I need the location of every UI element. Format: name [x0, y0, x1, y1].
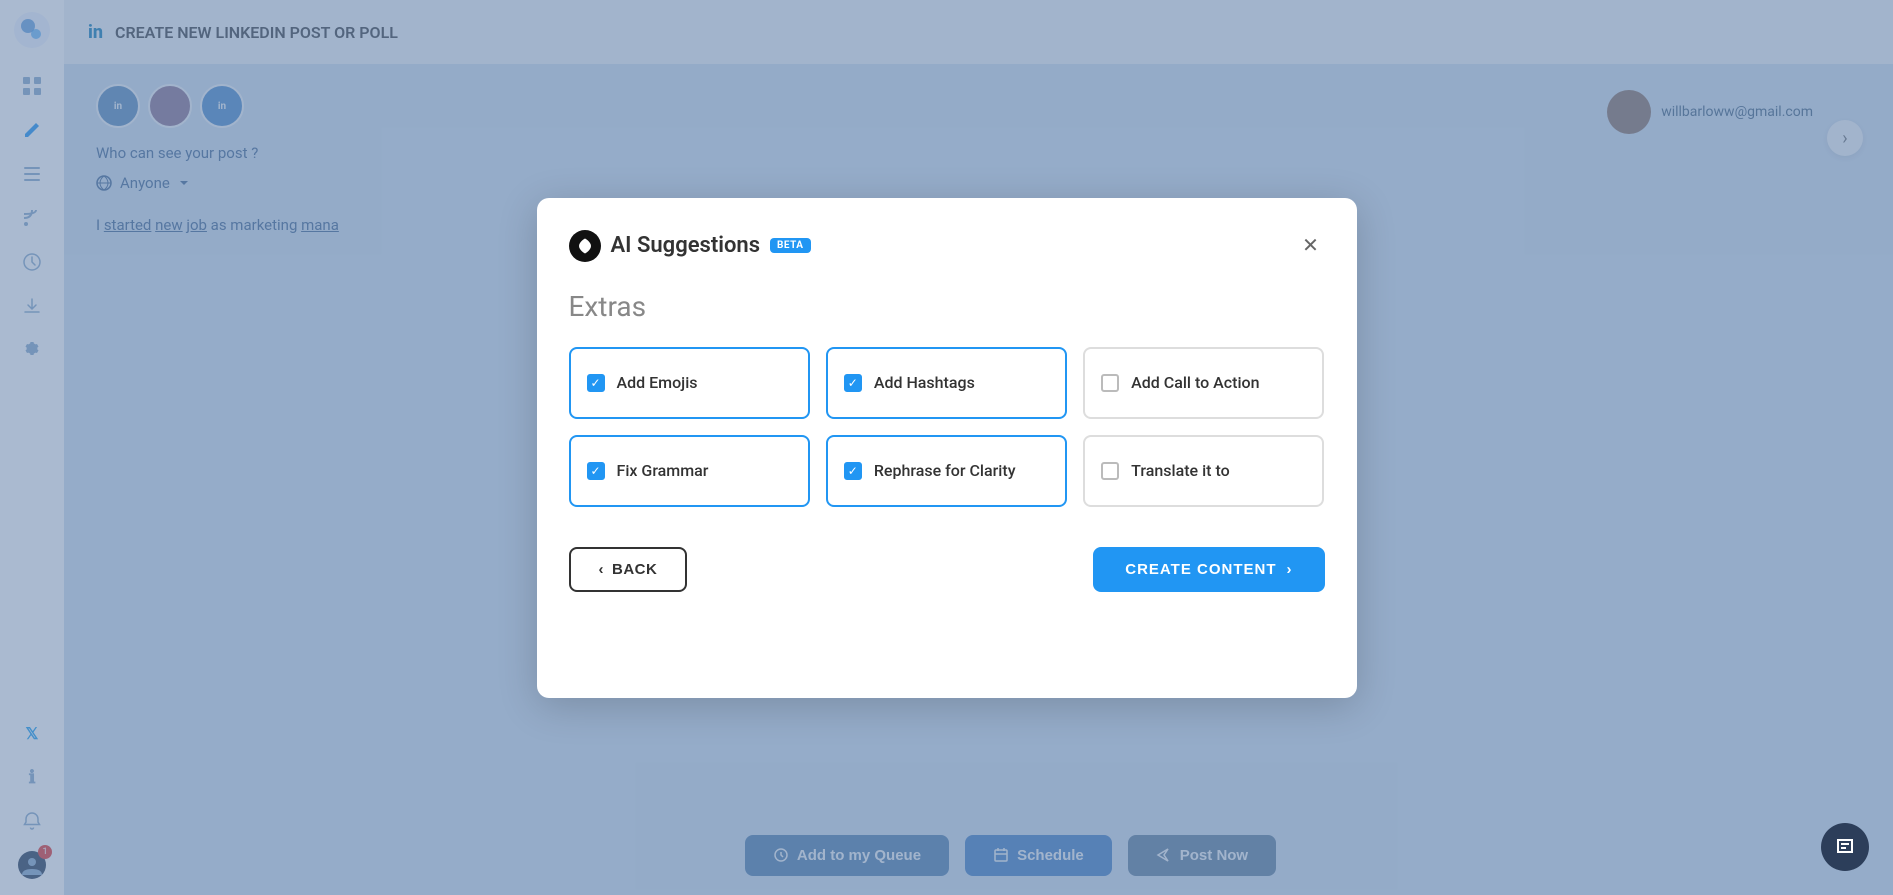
checkbox-add-hashtags[interactable]: ✓ [844, 374, 862, 392]
checkbox-fix-grammar[interactable]: ✓ [587, 462, 605, 480]
beta-badge: BETA [770, 238, 811, 253]
option-translate-it-to[interactable]: Translate it to [1083, 435, 1324, 507]
option-label-add-cta: Add Call to Action [1131, 373, 1259, 392]
checkbox-add-emojis[interactable]: ✓ [587, 374, 605, 392]
extras-section-title: Extras [569, 290, 1325, 323]
modal-footer: ‹ BACK CREATE CONTENT › [569, 547, 1325, 592]
option-label-rephrase-clarity: Rephrase for Clarity [874, 461, 1016, 480]
modal-header: AI Suggestions BETA ✕ [569, 230, 1325, 262]
create-content-button[interactable]: CREATE CONTENT › [1093, 547, 1324, 592]
checkbox-add-cta[interactable] [1101, 374, 1119, 392]
create-button-label: CREATE CONTENT [1125, 561, 1276, 578]
back-button-label: BACK [612, 561, 657, 578]
ai-suggestions-modal: AI Suggestions BETA ✕ Extras ✓ Add Emoji… [537, 198, 1357, 698]
back-chevron-icon: ‹ [599, 561, 605, 578]
option-rephrase-clarity[interactable]: ✓ Rephrase for Clarity [826, 435, 1067, 507]
chat-bubble-button[interactable] [1821, 823, 1869, 871]
option-add-hashtags[interactable]: ✓ Add Hashtags [826, 347, 1067, 419]
back-button[interactable]: ‹ BACK [569, 547, 688, 592]
options-grid: ✓ Add Emojis ✓ Add Hashtags Add Call to … [569, 347, 1325, 507]
option-label-translate-it-to: Translate it to [1131, 461, 1230, 480]
checkbox-translate-it-to[interactable] [1101, 462, 1119, 480]
modal-title: AI Suggestions [611, 233, 761, 258]
option-label-fix-grammar: Fix Grammar [617, 461, 709, 480]
option-add-cta[interactable]: Add Call to Action [1083, 347, 1324, 419]
option-add-emojis[interactable]: ✓ Add Emojis [569, 347, 810, 419]
option-label-add-hashtags: Add Hashtags [874, 373, 975, 392]
modal-title-group: AI Suggestions BETA [569, 230, 811, 262]
checkmark-add-emojis: ✓ [590, 377, 600, 389]
checkbox-rephrase-clarity[interactable]: ✓ [844, 462, 862, 480]
create-chevron-icon: › [1287, 561, 1293, 578]
gpt-icon [569, 230, 601, 262]
checkmark-fix-grammar: ✓ [590, 465, 600, 477]
checkmark-add-hashtags: ✓ [848, 377, 858, 389]
option-label-add-emojis: Add Emojis [617, 373, 698, 392]
checkmark-rephrase-clarity: ✓ [848, 465, 858, 477]
option-fix-grammar[interactable]: ✓ Fix Grammar [569, 435, 810, 507]
modal-close-button[interactable]: ✕ [1297, 232, 1325, 260]
